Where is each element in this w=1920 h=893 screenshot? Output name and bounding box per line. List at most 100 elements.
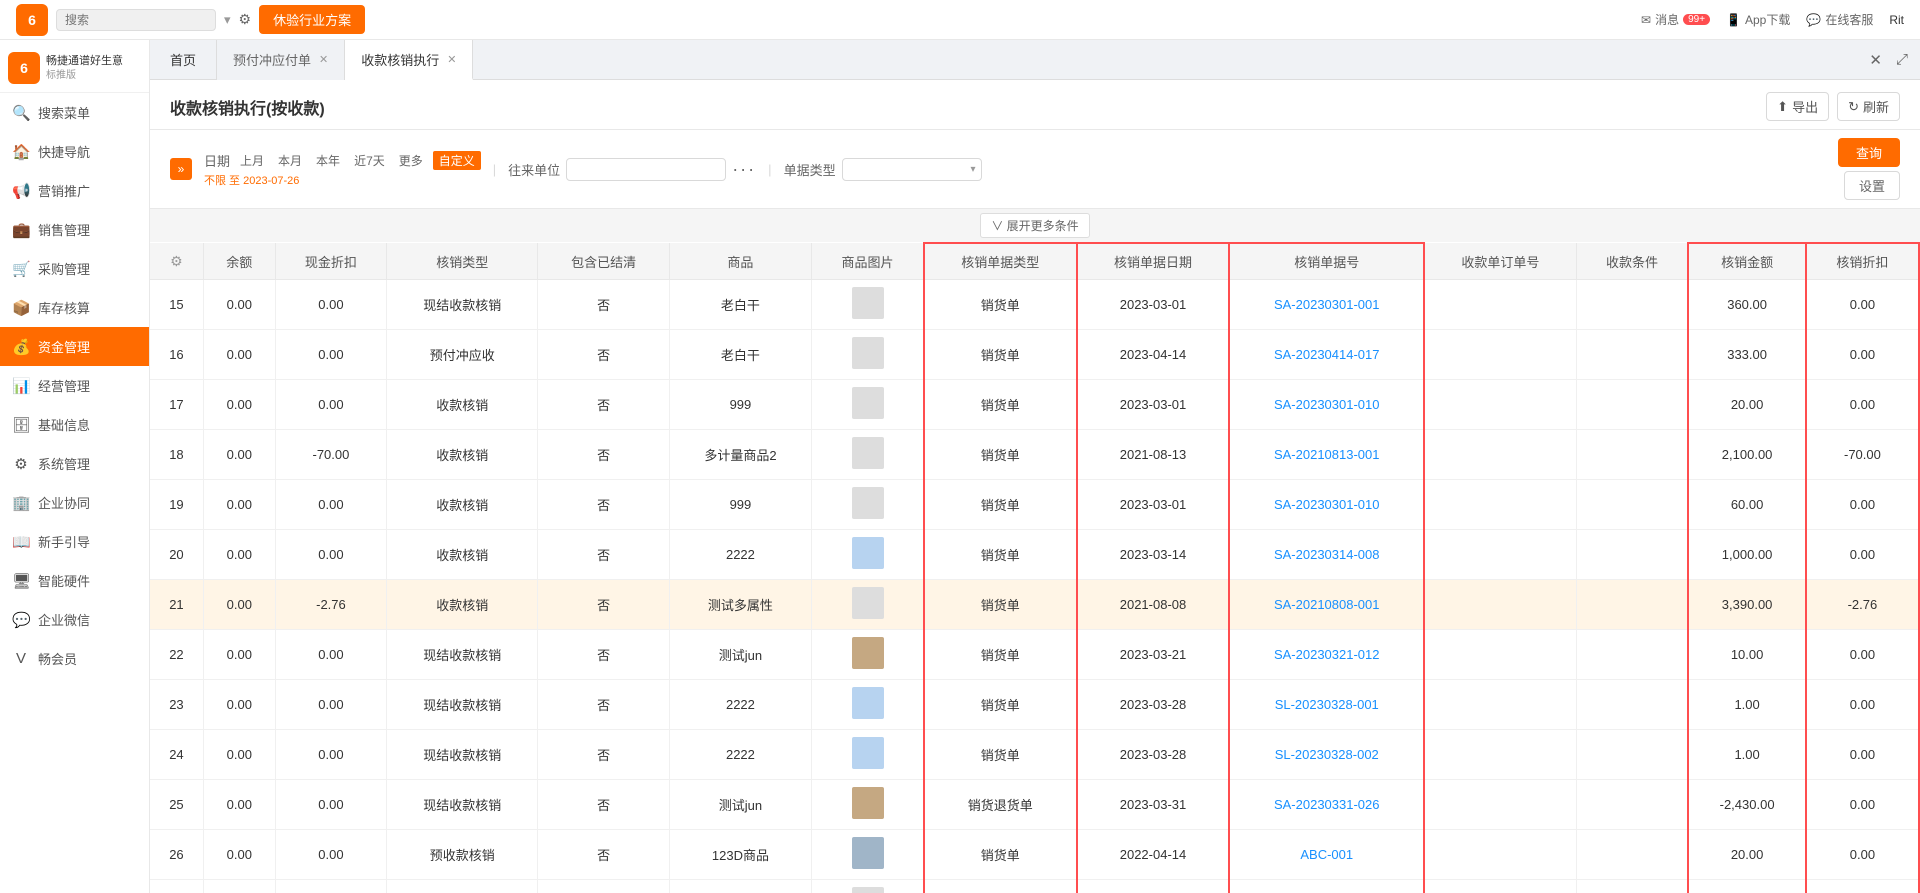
verify-bill-no-cell[interactable]: SL-20230328-002 xyxy=(1229,730,1424,780)
verify-bill-no-cell[interactable]: SA-20210808-001 xyxy=(1229,580,1424,630)
sidebar-item-inventory[interactable]: 📦 库存核算 xyxy=(0,288,149,327)
sidebar-item-finance[interactable]: 💰 资金管理 xyxy=(0,327,149,366)
export-button[interactable]: ⬆ 导出 xyxy=(1766,92,1829,121)
verify-bill-no-cell[interactable]: SA-20230301-001 xyxy=(1229,280,1424,330)
table-wrapper[interactable]: ⚙ 余额 现金折扣 核销类型 包含已结清 商品 商品图片 核销单据类型 核销单据… xyxy=(150,242,1920,893)
from-unit-input[interactable] xyxy=(566,158,726,181)
th-gear[interactable]: ⚙ xyxy=(150,243,203,280)
cash-discount-cell: 0.00 xyxy=(275,280,387,330)
sidebar-item-member[interactable]: V 畅会员 xyxy=(0,639,149,678)
refresh-button[interactable]: ↻ 刷新 xyxy=(1837,92,1900,121)
filter-settings-button[interactable]: 设置 xyxy=(1844,171,1900,200)
settled-cell: 否 xyxy=(538,530,669,580)
verify-bill-no-link[interactable]: SA-20210813-001 xyxy=(1274,447,1380,462)
verify-bill-no-link[interactable]: SA-20230301-010 xyxy=(1274,397,1380,412)
receipt-type-select[interactable] xyxy=(842,158,982,181)
online-service-icon-group[interactable]: 💬 在线客服 xyxy=(1806,11,1873,28)
th-balance: 余额 xyxy=(203,243,275,280)
receipt-order-no-cell xyxy=(1424,730,1576,780)
tab-prepay-close[interactable]: ✕ xyxy=(319,53,328,66)
sidebar-item-company[interactable]: 🏢 企业协同 xyxy=(0,483,149,522)
verify-bill-no-link[interactable]: SA-20230331-026 xyxy=(1274,797,1380,812)
verify-bill-no-cell[interactable]: SA-20230301-010 xyxy=(1229,480,1424,530)
tab-expand-button[interactable]: ⤢ xyxy=(1892,47,1912,72)
verify-bill-no-link[interactable]: SA-20230321-012 xyxy=(1274,647,1380,662)
date-custom[interactable]: 自定义 xyxy=(433,151,481,170)
verify-bill-no-link[interactable]: SA-20230301-010 xyxy=(1274,497,1380,512)
verify-amount-cell: 20.00 xyxy=(1688,380,1805,430)
goods-cell: 老白干 xyxy=(669,330,811,380)
verify-bill-no-link[interactable]: SA-20210808-001 xyxy=(1274,597,1380,612)
search-icon: 🔍 xyxy=(12,104,30,122)
verify-bill-no-link[interactable]: SA-20230301-001 xyxy=(1274,297,1380,312)
verify-bill-no-link[interactable]: SA-20230314-008 xyxy=(1274,547,1380,562)
sidebar-item-shortcut[interactable]: 🏠 快捷导航 xyxy=(0,132,149,171)
gear-icon[interactable]: ⚙ xyxy=(239,11,252,28)
verify-bill-date-cell: 2023-03-28 xyxy=(1077,680,1230,730)
filter-collapse-button[interactable]: » xyxy=(170,158,192,180)
hardware-icon: 🖥 xyxy=(12,572,30,590)
filter-dots[interactable]: ··· xyxy=(732,159,756,180)
tab-home[interactable]: 首页 xyxy=(150,40,217,80)
verify-bill-no-link[interactable]: SA-20230414-017 xyxy=(1274,347,1380,362)
tab-prepay[interactable]: 预付冲应付单 ✕ xyxy=(217,40,345,80)
verify-bill-no-link[interactable]: SL-20230328-001 xyxy=(1275,697,1379,712)
sidebar-item-basic[interactable]: 🗄 基础信息 xyxy=(0,405,149,444)
verify-bill-no-cell[interactable]: SL-20230328-001 xyxy=(1229,680,1424,730)
goods-cell: 999 xyxy=(669,480,811,530)
verify-bill-no-cell[interactable]: SA-20230301-010 xyxy=(1229,380,1424,430)
user-label[interactable]: Rit xyxy=(1889,13,1904,27)
sidebar-item-system[interactable]: ⚙ 系统管理 xyxy=(0,444,149,483)
verify-bill-no-cell[interactable]: SA-20230331-026 xyxy=(1229,780,1424,830)
sidebar-item-search[interactable]: 🔍 搜索菜单 xyxy=(0,93,149,132)
sidebar: 6 畅捷通谱好生意 标推版 🔍 搜索菜单 🏠 快捷导航 📢 营销推广 💼 销售管… xyxy=(0,40,150,893)
search-input[interactable] xyxy=(56,9,216,31)
date-7days[interactable]: 近7天 xyxy=(350,151,389,170)
app-download-icon-group[interactable]: 📱 App下载 xyxy=(1726,11,1790,28)
sidebar-item-wechat[interactable]: 💬 企业微信 xyxy=(0,600,149,639)
row-number: 20 xyxy=(150,530,203,580)
solution-button[interactable]: 休验行业方案 xyxy=(259,5,365,34)
goods-img-cell xyxy=(812,580,924,630)
verify-bill-no-cell[interactable]: SL-20230408-001 xyxy=(1229,880,1424,893)
company-icon: 🏢 xyxy=(12,494,30,512)
sidebar-item-hardware[interactable]: 🖥 智能硬件 xyxy=(0,561,149,600)
receipt-type-label: 单据类型 xyxy=(784,160,836,179)
date-last-month[interactable]: 上月 xyxy=(236,151,268,170)
query-button[interactable]: 查询 xyxy=(1838,138,1900,167)
balance-cell: 0.00 xyxy=(203,830,275,880)
app-label: App下载 xyxy=(1745,11,1790,28)
settled-cell: 否 xyxy=(538,680,669,730)
verify-bill-no-link[interactable]: ABC-001 xyxy=(1300,847,1353,862)
tab-close-window-button[interactable]: ✕ xyxy=(1865,47,1886,73)
verify-bill-no-cell[interactable]: ABC-001 xyxy=(1229,830,1424,880)
tab-receipt[interactable]: 收款核销执行 ✕ xyxy=(345,40,473,80)
balance-cell: 0.00 xyxy=(203,680,275,730)
verify-bill-type-cell: 销货单 xyxy=(924,530,1077,580)
sidebar-item-guide[interactable]: 📖 新手引导 xyxy=(0,522,149,561)
verify-bill-type-cell: 销货单 xyxy=(924,430,1077,480)
message-icon-group[interactable]: ✉ 消息 99+ xyxy=(1641,11,1710,28)
dropdown-arrow[interactable]: ▾ xyxy=(224,12,231,28)
th-settled: 包含已结清 xyxy=(538,243,669,280)
verify-bill-no-cell[interactable]: SA-20210813-001 xyxy=(1229,430,1424,480)
service-icon: 💬 xyxy=(1806,13,1821,27)
verify-bill-no-cell[interactable]: SA-20230414-017 xyxy=(1229,330,1424,380)
verify-bill-no-link[interactable]: SL-20230328-002 xyxy=(1275,747,1379,762)
date-this-year[interactable]: 本年 xyxy=(312,151,344,170)
sidebar-item-sales[interactable]: 💼 销售管理 xyxy=(0,210,149,249)
date-this-month[interactable]: 本月 xyxy=(274,151,306,170)
date-more[interactable]: 更多 xyxy=(395,151,427,170)
tab-receipt-close[interactable]: ✕ xyxy=(447,53,456,66)
date-label: 日期 xyxy=(204,151,230,170)
verify-bill-type-cell: 销货退货单 xyxy=(924,780,1077,830)
sidebar-item-marketing[interactable]: 📢 营销推广 xyxy=(0,171,149,210)
goods-img-cell xyxy=(812,630,924,680)
message-label: 消息 xyxy=(1655,11,1679,28)
verify-bill-no-cell[interactable]: SA-20230314-008 xyxy=(1229,530,1424,580)
page-header: 收款核销执行(按收款) ⬆ 导出 ↻ 刷新 xyxy=(150,80,1920,130)
verify-bill-no-cell[interactable]: SA-20230321-012 xyxy=(1229,630,1424,680)
sidebar-item-purchase[interactable]: 🛒 采购管理 xyxy=(0,249,149,288)
expand-button[interactable]: ∨ 展开更多条件 xyxy=(980,213,1089,238)
sidebar-item-operation[interactable]: 📊 经营管理 xyxy=(0,366,149,405)
